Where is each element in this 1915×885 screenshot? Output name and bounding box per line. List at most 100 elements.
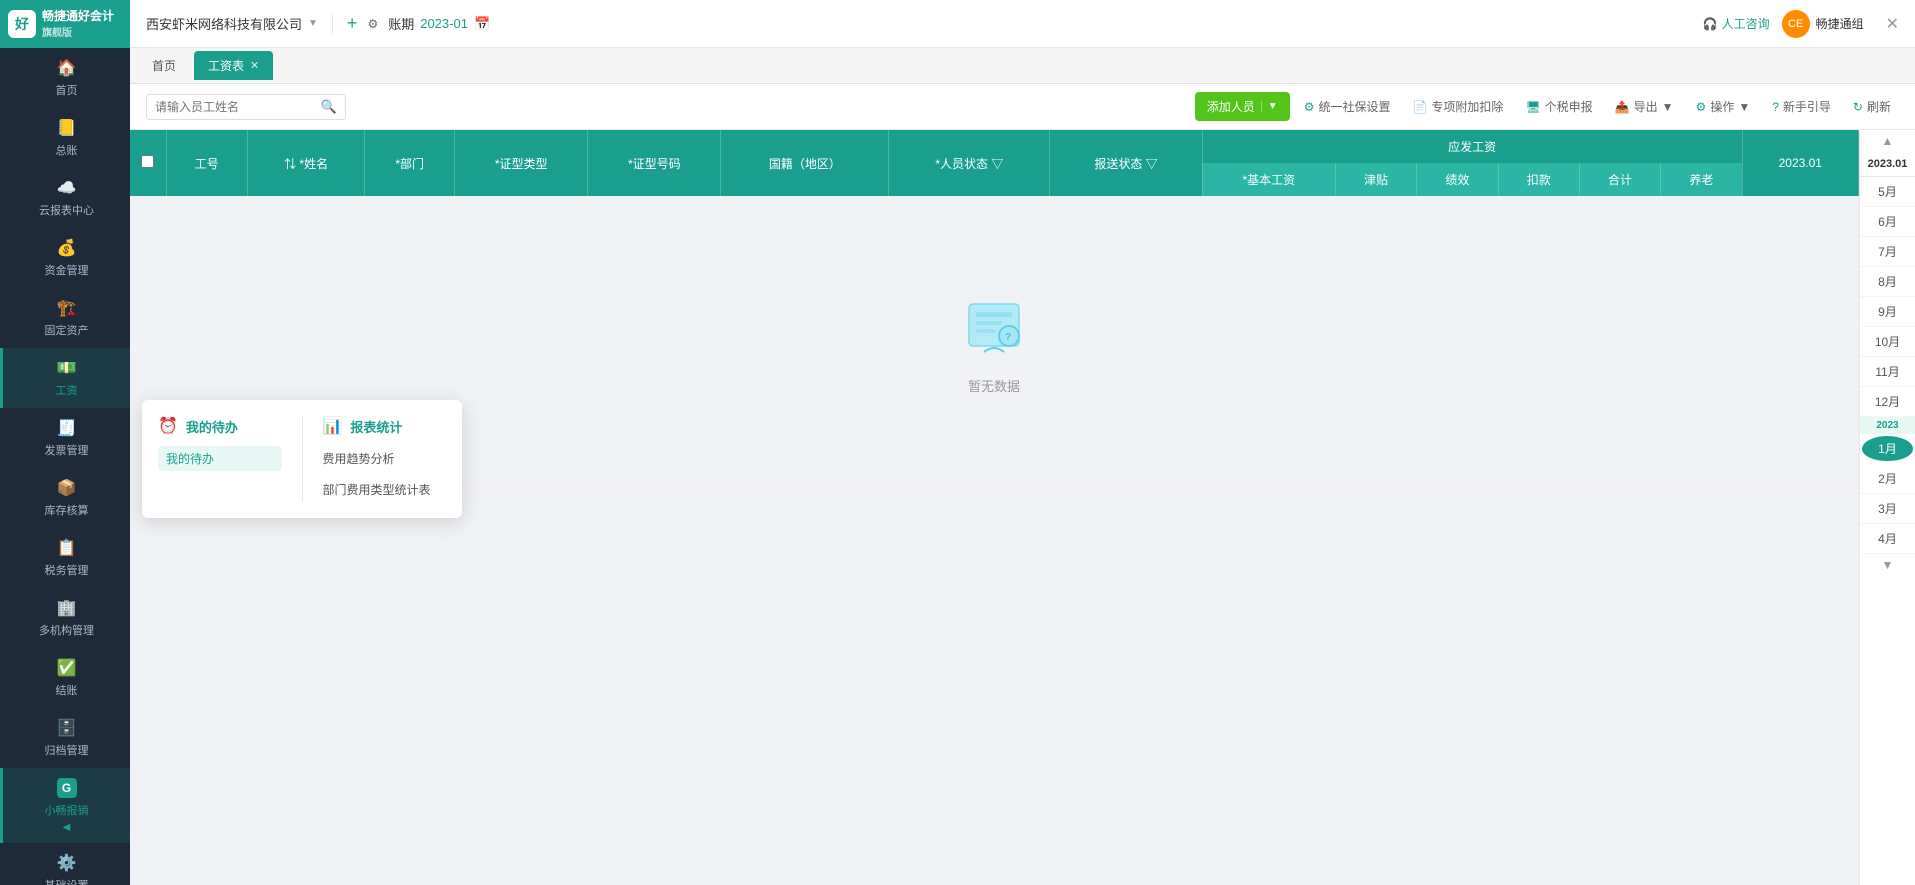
tax-return-label: 个税申报: [1545, 98, 1593, 115]
sort-icon: ⇅: [284, 157, 296, 171]
col-header-date: 2023.01: [1742, 130, 1858, 196]
sidebar-item-salary[interactable]: 💵 工资: [0, 348, 130, 408]
service-button[interactable]: 🎧 人工咨询: [1703, 15, 1770, 32]
headset-icon: 🎧: [1703, 17, 1718, 31]
sidebar-item-home[interactable]: 🏠 首页: [0, 48, 130, 108]
toolbar-right: 添加人员 ▼ ⚙ 统一社保设置 📄 专项附加扣除 🖥 个税申报 📤 导: [1195, 92, 1899, 121]
sidebar-item-settlement[interactable]: ✅ 结账: [0, 648, 130, 708]
month-nav-down[interactable]: ▼: [1860, 554, 1915, 576]
month-item-6[interactable]: 6月: [1860, 207, 1915, 237]
refresh-label: 刷新: [1867, 98, 1891, 115]
sidebar-item-settings-label: 基础设置: [45, 877, 89, 885]
popup-section-header-report: 📊 报表统计: [323, 416, 447, 436]
new-guide-label: 新手引导: [1783, 98, 1831, 115]
month-item-7[interactable]: 7月: [1860, 237, 1915, 267]
sidebar-item-cloud-label: 云报表中心: [39, 202, 94, 218]
sidebar-item-archive-label: 归档管理: [45, 742, 89, 758]
tab-close-icon[interactable]: ✕: [250, 59, 259, 72]
sidebar-item-basic-settings[interactable]: ⚙️ 基础设置: [0, 843, 130, 885]
new-guide-action[interactable]: ? 新手引导: [1764, 94, 1839, 119]
month-item-12[interactable]: 12月: [1860, 387, 1915, 417]
sidebar-item-tax[interactable]: 📋 税务管理: [0, 528, 130, 588]
sidebar-item-assets[interactable]: 🏗️ 固定资产: [0, 288, 130, 348]
user-avatar: CE: [1782, 10, 1810, 38]
sidebar-item-inventory[interactable]: 📦 库存核算: [0, 468, 130, 528]
add-person-button[interactable]: 添加人员 ▼: [1195, 92, 1290, 121]
month-panel: ▲ 2023.01 5月 6月 7月 8月 9月 10月 11月 12月 202…: [1859, 130, 1915, 885]
company-dropdown-arrow: ▼: [308, 18, 318, 29]
month-nav-up[interactable]: ▲: [1860, 130, 1915, 152]
user-profile[interactable]: CE 畅捷通组: [1782, 10, 1864, 38]
month-item-8[interactable]: 8月: [1860, 267, 1915, 297]
sidebar-item-multi-org[interactable]: 🏢 多机构管理: [0, 588, 130, 648]
archive-icon: 🗄️: [57, 718, 77, 738]
refresh-action[interactable]: ↻ 刷新: [1845, 94, 1899, 119]
sidebar-item-home-label: 首页: [56, 82, 78, 98]
filter-icon-person[interactable]: ▽: [991, 157, 1003, 171]
report-icon: 📊: [323, 416, 343, 436]
cloud-icon: ☁️: [57, 178, 77, 198]
sidebar-item-invoice-label: 发票管理: [45, 442, 89, 458]
logo-icon: 好: [8, 10, 36, 38]
operations-label: 操作: [1710, 98, 1734, 115]
month-item-9[interactable]: 9月: [1860, 297, 1915, 327]
select-all-checkbox[interactable]: [141, 155, 154, 168]
month-item-1[interactable]: 1月: [1862, 436, 1913, 462]
col-header-name: ⇅ *姓名: [247, 130, 365, 196]
search-input[interactable]: [155, 100, 315, 114]
company-settings-button[interactable]: ⚙: [367, 17, 378, 31]
add-company-button[interactable]: +: [347, 13, 358, 34]
month-item-11[interactable]: 11月: [1860, 357, 1915, 387]
month-item-4[interactable]: 4月: [1860, 524, 1915, 554]
popup-item-dept-expense[interactable]: 部门费用类型统计表: [323, 477, 447, 502]
sidebar-nav: 🏠 首页 📒 总账 ☁️ 云报表中心 💰 资金管理 🏗️ 固定资产 💵 工资 🧾…: [0, 48, 130, 885]
popup-item-my-pending[interactable]: 我的待办: [158, 446, 282, 471]
sidebar-item-archive[interactable]: 🗄️ 归档管理: [0, 708, 130, 768]
popup-menu: ⏰ 我的待办 我的待办 📊 报表统计 费用趋势分析 部门费用类型统计表: [142, 400, 462, 518]
export-action[interactable]: 📤 导出 ▼: [1607, 94, 1682, 119]
social-insurance-action[interactable]: ⚙ 统一社保设置: [1296, 94, 1399, 119]
search-box[interactable]: 🔍: [146, 94, 346, 120]
month-item-5[interactable]: 5月: [1860, 177, 1915, 207]
col-header-id-no: *证型号码: [588, 130, 721, 196]
tab-home[interactable]: 首页: [138, 51, 190, 80]
popup-section-header-pending: ⏰ 我的待办: [158, 416, 282, 436]
deduction-icon: 📄: [1412, 100, 1427, 114]
xiaochangxiaoxiao-icon: G: [57, 778, 77, 798]
sidebar-item-ledger-label: 总账: [56, 142, 78, 158]
sidebar-item-xiaochangxiaoxiao[interactable]: G 小畅报销 ◀: [0, 768, 130, 843]
sidebar-item-multi-org-label: 多机构管理: [39, 622, 94, 638]
filter-icon-report[interactable]: ▽: [1146, 157, 1158, 171]
month-item-2[interactable]: 2月: [1860, 464, 1915, 494]
empty-icon: ?: [954, 284, 1034, 364]
sidebar-item-cloud-report[interactable]: ☁️ 云报表中心: [0, 168, 130, 228]
month-item-10[interactable]: 10月: [1860, 327, 1915, 357]
month-item-3[interactable]: 3月: [1860, 494, 1915, 524]
tax-return-action[interactable]: 🖥 个税申报: [1517, 94, 1600, 119]
home-icon: 🏠: [57, 58, 77, 78]
operations-icon: ⚙: [1696, 100, 1707, 114]
checkbox-header[interactable]: [130, 130, 166, 196]
period-selector[interactable]: 账期 2023-01 📅: [388, 14, 490, 33]
tab-salary[interactable]: 工资表 ✕: [194, 51, 273, 80]
col-header-id-type: *证型类型: [455, 130, 588, 196]
sidebar-item-ledger[interactable]: 📒 总账: [0, 108, 130, 168]
col-header-total: 合计: [1579, 163, 1660, 196]
user-name: 畅捷通组: [1816, 15, 1864, 32]
popup-item-expense-trend[interactable]: 费用趋势分析: [323, 446, 447, 471]
sidebar-item-salary-label: 工资: [56, 382, 78, 398]
sidebar-item-funds[interactable]: 💰 资金管理: [0, 228, 130, 288]
special-deduction-action[interactable]: 📄 专项附加扣除: [1404, 94, 1511, 119]
company-selector[interactable]: 西安虾米网络科技有限公司 ▼: [146, 14, 318, 33]
period-value: 2023-01: [420, 16, 468, 31]
period-label: 账期: [388, 14, 414, 33]
close-button[interactable]: ✕: [1886, 14, 1899, 34]
month-panel-year-top: 2023.01: [1860, 152, 1915, 177]
sidebar-item-invoice[interactable]: 🧾 发票管理: [0, 408, 130, 468]
col-header-allowance: 津贴: [1335, 163, 1416, 196]
tab-salary-label: 工资表: [208, 57, 244, 74]
operations-action[interactable]: ⚙ 操作 ▼: [1688, 94, 1759, 119]
svg-text:?: ?: [1005, 332, 1011, 343]
special-deduction-label: 专项附加扣除: [1431, 98, 1503, 115]
tabbar: 首页 工资表 ✕: [130, 48, 1915, 84]
